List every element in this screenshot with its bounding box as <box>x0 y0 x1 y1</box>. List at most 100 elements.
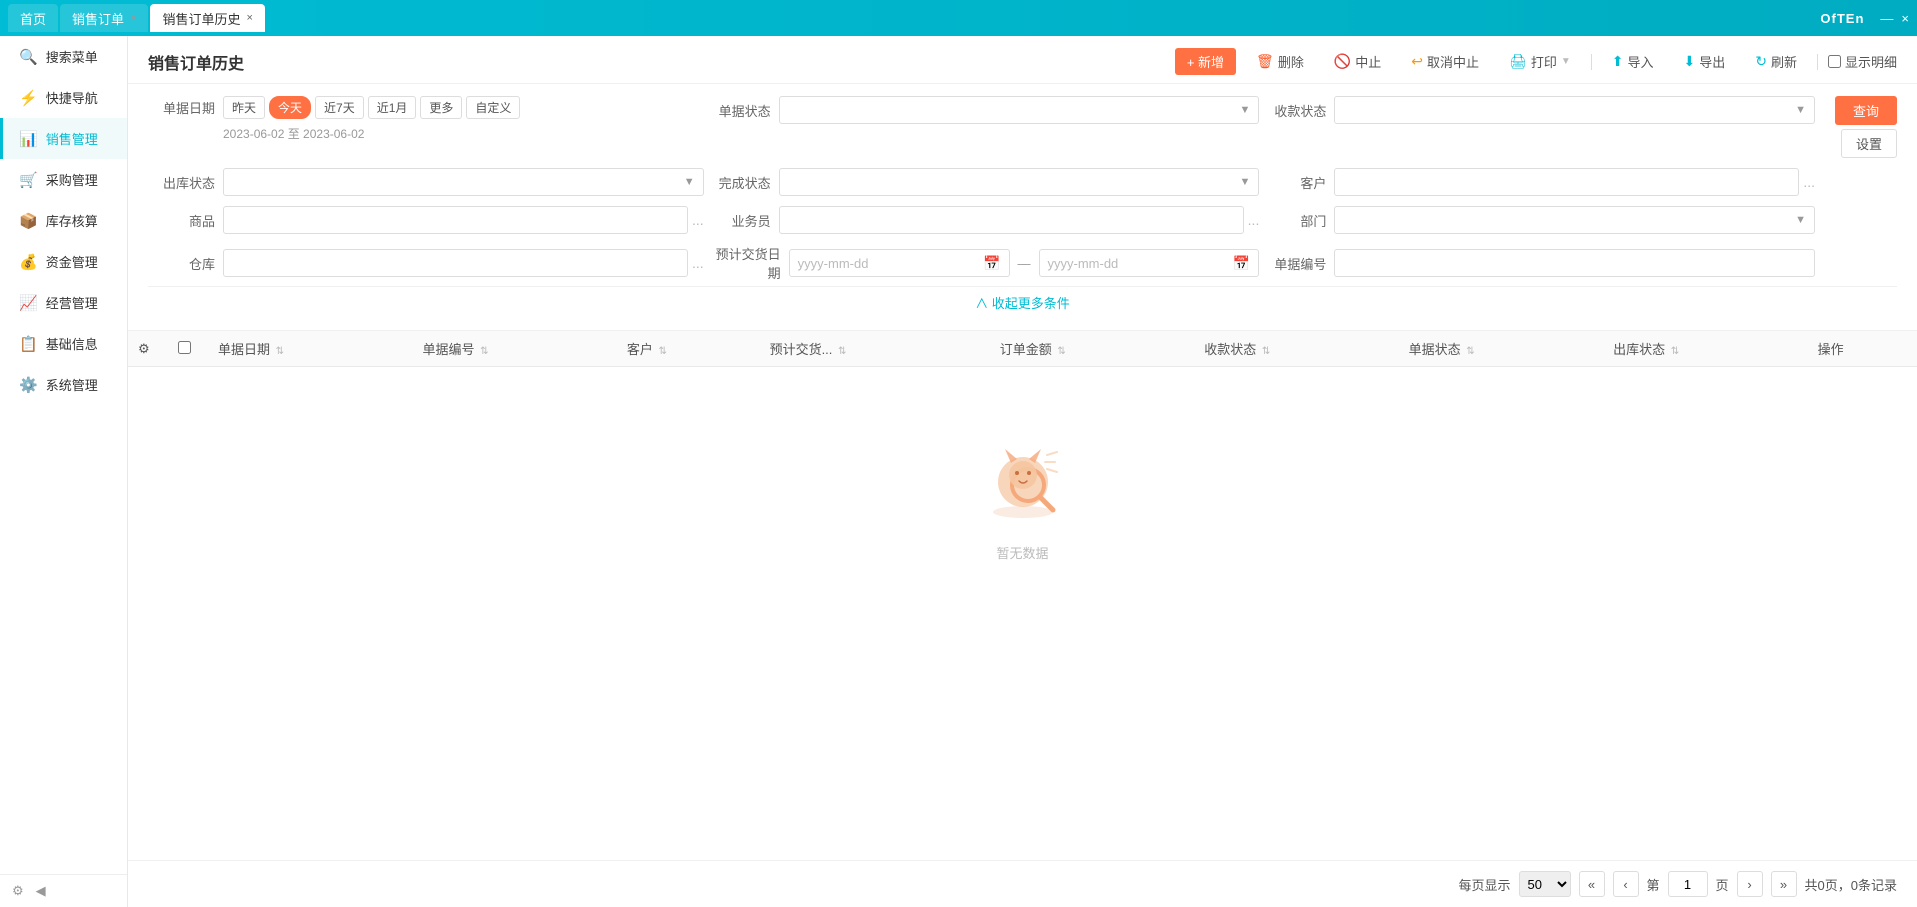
sidebar-item-basic-info[interactable]: 📋 基础信息 <box>0 323 127 364</box>
customer-input[interactable] <box>1334 168 1799 196</box>
goods-input-wrap: ... <box>223 206 704 234</box>
th-delivery: 预计交货... ⇅ <box>760 331 990 367</box>
order-no-input[interactable] <box>1334 249 1815 277</box>
sidebar-item-search-menu[interactable]: 🔍 搜索菜单 <box>0 36 127 77</box>
date-btn-yesterday[interactable]: 昨天 <box>223 96 265 119</box>
salesman-input-wrap: ... <box>779 206 1260 234</box>
add-button[interactable]: + 新增 <box>1175 48 1236 75</box>
sidebar-item-system-mgmt[interactable]: ⚙️ 系统管理 <box>0 364 127 405</box>
customer-label: 客户 <box>1259 173 1334 192</box>
calendar-to-icon[interactable]: 📅 <box>1233 255 1250 272</box>
salesman-label: 业务员 <box>704 211 779 230</box>
tab-sales-order-history[interactable]: 销售订单历史 × <box>150 4 264 32</box>
import-button[interactable]: ⬆ 导入 <box>1602 48 1664 75</box>
next-page-btn[interactable]: › <box>1737 871 1763 897</box>
print-button[interactable]: 🖨 打印 ▼ <box>1499 48 1581 75</box>
out-status-select[interactable]: ▼ <box>223 168 704 196</box>
export-button[interactable]: ⬇ 导出 <box>1673 48 1735 75</box>
complete-status-select[interactable]: ▼ <box>779 168 1260 196</box>
import-label: 导入 <box>1627 52 1653 71</box>
export-icon: ⬇ <box>1683 53 1695 70</box>
collapse-bar[interactable]: ∧ 收起更多条件 <box>148 286 1897 318</box>
sidebar-item-purchase-mgmt[interactable]: 🛒 采购管理 <box>0 159 127 200</box>
delete-button[interactable]: 🗑 删除 <box>1246 48 1314 75</box>
page-size-select[interactable]: 10 20 50 100 <box>1519 871 1571 897</box>
settings-icon[interactable]: ⚙ <box>138 341 150 356</box>
last-page-icon: » <box>1780 877 1787 892</box>
date-btn-7days[interactable]: 近7天 <box>315 96 364 119</box>
th-delivery-label: 预计交货... <box>770 342 833 357</box>
customer-input-wrap: ... <box>1334 168 1815 196</box>
sidebar-item-basic-info-label: 基础信息 <box>46 334 98 353</box>
delivery-date-to[interactable]: yyyy-mm-dd 📅 <box>1039 249 1260 277</box>
date-btn-custom[interactable]: 自定义 <box>466 96 520 119</box>
salesman-ellipsis[interactable]: ... <box>1248 212 1260 228</box>
sidebar-item-quick-nav[interactable]: ⚡ 快捷导航 <box>0 77 127 118</box>
sidebar-item-sales-mgmt[interactable]: 📊 销售管理 <box>0 118 127 159</box>
date-btn-more[interactable]: 更多 <box>420 96 462 119</box>
customer-ellipsis[interactable]: ... <box>1803 174 1815 190</box>
prev-page-btn[interactable]: ‹ <box>1613 871 1639 897</box>
print-icon: 🖨 <box>1509 53 1527 70</box>
basic-info-icon: 📋 <box>19 335 38 353</box>
minimize-btn[interactable]: — <box>1880 11 1893 26</box>
salesman-input[interactable] <box>779 206 1244 234</box>
delivery-date-from[interactable]: yyyy-mm-dd 📅 <box>789 249 1010 277</box>
finance-icon: 💰 <box>19 253 38 271</box>
select-all-checkbox[interactable] <box>178 341 191 354</box>
first-page-btn[interactable]: « <box>1579 871 1605 897</box>
cancel-stop-button[interactable]: ↩ 取消中止 <box>1401 48 1489 75</box>
dept-select[interactable]: ▼ <box>1334 206 1815 234</box>
refresh-button[interactable]: ↻ 刷新 <box>1745 48 1807 75</box>
toolbar-divider-2 <box>1817 54 1818 70</box>
date-filter-label: 单据日期 <box>148 98 223 117</box>
date-btn-today[interactable]: 今天 <box>269 96 311 119</box>
sort-amount-icon[interactable]: ⇅ <box>1057 346 1065 357</box>
page-size-label: 每页显示 <box>1458 875 1510 894</box>
receipt-status-select[interactable]: ▼ <box>1334 96 1815 124</box>
sidebar-item-finance[interactable]: 💰 资金管理 <box>0 241 127 282</box>
sort-delivery-icon[interactable]: ⇅ <box>838 346 846 357</box>
sort-receipt-icon[interactable]: ⇅ <box>1262 346 1270 357</box>
sidebar-item-operations[interactable]: 📈 经营管理 <box>0 282 127 323</box>
collapse-text: ∧ 收起更多条件 <box>975 296 1070 311</box>
goods-ellipsis[interactable]: ... <box>692 212 704 228</box>
tab-home[interactable]: 首页 <box>8 4 58 32</box>
data-table: ⚙ 单据日期 ⇅ 单据编号 ⇅ <box>128 331 1917 367</box>
sort-out-status-icon[interactable]: ⇅ <box>1671 346 1679 357</box>
delivery-date-from-placeholder: yyyy-mm-dd <box>798 256 869 271</box>
close-history-icon[interactable]: × <box>246 12 252 24</box>
status-select[interactable]: ▼ <box>779 96 1260 124</box>
empty-state: 暂无数据 <box>128 367 1917 622</box>
stop-button[interactable]: 🚫 中止 <box>1324 48 1391 75</box>
query-button[interactable]: 查询 <box>1835 96 1897 125</box>
sort-order-status-icon[interactable]: ⇅ <box>1466 346 1474 357</box>
date-btn-1month[interactable]: 近1月 <box>368 96 417 119</box>
warehouse-input[interactable] <box>223 249 688 277</box>
calendar-from-icon[interactable]: 📅 <box>983 255 1000 272</box>
th-receipt-status: 收款状态 ⇅ <box>1194 331 1398 367</box>
sidebar-collapse-icon[interactable]: ◀ <box>36 883 46 899</box>
goods-input[interactable] <box>223 206 688 234</box>
sidebar-settings-icon[interactable]: ⚙ <box>12 883 24 899</box>
last-page-btn[interactable]: » <box>1771 871 1797 897</box>
warehouse-ellipsis[interactable]: ... <box>692 255 704 271</box>
sidebar-item-operations-label: 经营管理 <box>46 293 98 312</box>
th-order-no-label: 单据编号 <box>422 342 474 357</box>
settings-button[interactable]: 设置 <box>1841 129 1897 158</box>
tab-sales-order[interactable]: 销售订单 × <box>60 4 148 32</box>
close-window-btn[interactable]: × <box>1901 11 1909 26</box>
sort-date-icon[interactable]: ⇅ <box>276 346 284 357</box>
close-sales-order-icon[interactable]: × <box>130 12 136 24</box>
date-range-text: 2023-06-02 至 2023-06-02 <box>223 125 364 142</box>
order-no-label: 单据编号 <box>1259 254 1334 273</box>
sidebar-item-inventory[interactable]: 📦 库存核算 <box>0 200 127 241</box>
display-toggle-checkbox[interactable] <box>1828 55 1841 68</box>
sort-order-no-icon[interactable]: ⇅ <box>480 346 488 357</box>
receipt-status-label: 收款状态 <box>1259 101 1334 120</box>
page-input[interactable]: 1 <box>1668 871 1708 897</box>
sidebar-item-finance-label: 资金管理 <box>46 252 98 271</box>
content-area: 销售订单历史 + 新增 🗑 删除 🚫 中止 ↩ 取消中止 🖨 打印 <box>128 36 1917 907</box>
sort-customer-icon[interactable]: ⇅ <box>659 346 667 357</box>
out-status-label: 出库状态 <box>148 173 223 192</box>
